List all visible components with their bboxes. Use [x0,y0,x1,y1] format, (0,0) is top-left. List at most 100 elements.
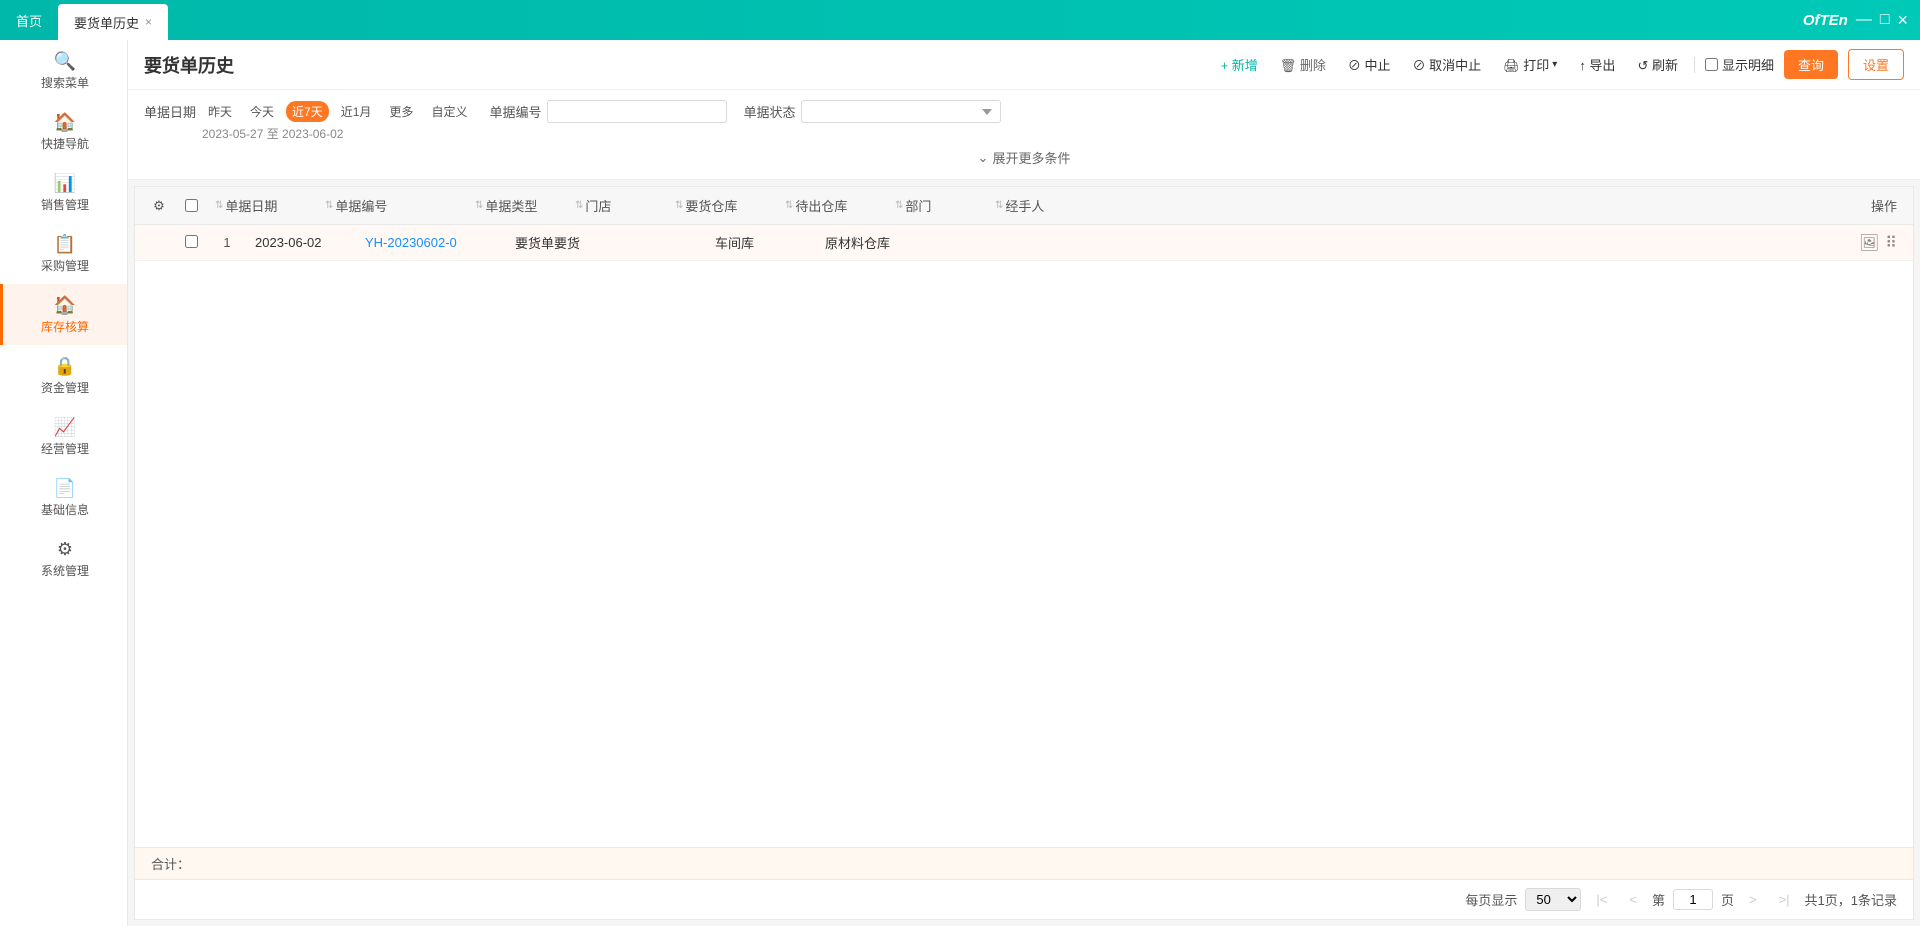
th-type-sort-icon: ⇅ [475,200,483,211]
th-dest-wh[interactable]: ⇅ 待出仓库 [777,196,887,215]
purchase-icon: 📋 [54,235,76,253]
row-no: 1 [207,235,247,250]
page-size-select[interactable]: 10 20 50 100 [1525,888,1581,911]
export-button[interactable]: ↑ 导出 [1573,51,1621,78]
top-bar-right: OfTEn — □ × [1791,10,1920,31]
row-date: 2023-06-02 [247,235,357,250]
stop-button[interactable]: ⊘ 中止 [1342,51,1397,78]
tab-home[interactable]: 首页 [0,0,58,40]
row-ops: 🖼 ⠿ [1825,233,1905,253]
doc-link[interactable]: YH-20230602-0 [365,235,457,250]
th-dept-sort-icon: ⇅ [895,200,903,211]
footer-total: 合计： [135,847,1913,879]
date-btn-today[interactable]: 今天 [244,101,280,122]
sidebar-item-search[interactable]: 🔍 搜索菜单 [0,40,127,101]
date-btn-yesterday[interactable]: 昨天 [202,101,238,122]
page-suffix: 页 [1721,890,1734,909]
tab-order-history[interactable]: 要货单历史 × [58,4,168,44]
page-label: 第 [1652,890,1665,909]
th-type[interactable]: ⇅ 单据类型 [467,196,567,215]
operations-icon: 📈 [54,418,76,436]
delete-button[interactable]: 🗑 删除 [1274,51,1332,78]
refresh-button[interactable]: ↺ 刷新 [1631,51,1684,78]
show-detail-toggle[interactable]: 显示明细 [1705,55,1774,74]
docno-input[interactable] [547,100,727,123]
print-button[interactable]: 🖨 打印 ▾ [1497,51,1563,78]
search-icon: 🔍 [54,52,76,70]
sidebar-item-purchase[interactable]: 📋 采购管理 [0,223,127,284]
top-bar: 首页 要货单历史 × OfTEn — □ × [0,0,1920,40]
docno-filter: 单据编号 [489,100,727,123]
minimize-button[interactable]: — [1856,11,1872,29]
table-body: 1 2023-06-02 YH-20230602-0 要货单要货 车间库 原材料… [135,225,1913,847]
row-more-icon[interactable]: ⠿ [1885,233,1897,253]
expand-more-button[interactable]: ⌄ 展开更多条件 [144,142,1904,169]
date-shortcuts: 昨天 今天 近7天 近1月 更多 自定义 [202,101,473,122]
new-button[interactable]: + 新增 [1215,51,1264,78]
sidebar-item-operations[interactable]: 📈 经营管理 [0,406,127,467]
row-dest-wh: 原材料仓库 [817,233,927,252]
th-date[interactable]: ⇅ 单据日期 [207,196,317,215]
print-label: 🖨 打印 [1503,55,1549,74]
close-button[interactable]: × [1897,10,1908,31]
sidebar-item-quicknav[interactable]: 🏠 快捷导航 [0,101,127,162]
sidebar-item-inventory[interactable]: 🏠 库存核算 [0,284,127,345]
th-dest-wh-sort-icon: ⇅ [785,200,793,211]
main-layout: 🔍 搜索菜单 🏠 快捷导航 📊 销售管理 📋 采购管理 🏠 库存核算 🔒 资金管… [0,40,1920,926]
date-btn-1month[interactable]: 近1月 [335,101,378,122]
settings-button[interactable]: 设置 [1848,49,1904,80]
status-select[interactable] [801,100,1001,123]
first-page-button[interactable]: |< [1589,889,1614,910]
show-detail-label: 显示明细 [1722,55,1774,74]
home-icon: 🏠 [54,113,76,131]
select-all-checkbox[interactable] [185,199,198,212]
prev-page-button[interactable]: < [1622,889,1644,910]
th-store-sort-icon: ⇅ [575,200,583,211]
filter-row-1: 单据日期 昨天 今天 近7天 近1月 更多 自定义 单据编号 [144,100,1904,123]
docno-filter-label: 单据编号 [489,102,541,121]
th-handler-sort-icon: ⇅ [995,200,1003,211]
row-checkbox[interactable] [175,235,207,251]
sidebar-item-sales[interactable]: 📊 销售管理 [0,162,127,223]
date-btn-7days[interactable]: 近7天 [286,101,329,122]
next-page-button[interactable]: > [1742,889,1764,910]
row-wh: 车间库 [707,233,817,252]
system-icon: ⚙ [57,540,73,558]
query-button[interactable]: 查询 [1784,50,1838,79]
content-area: 要货单历史 + 新增 🗑 删除 ⊘ 中止 ⊘ 取消中止 🖨 打印 ▾ ↑ 导出 … [128,40,1920,926]
sidebar-item-finance[interactable]: 🔒 资金管理 [0,345,127,406]
maximize-button[interactable]: □ [1880,11,1890,29]
date-btn-custom[interactable]: 自定义 [425,101,473,122]
pagination-bar: 每页显示 10 20 50 100 |< < 第 页 > >| 共1页，1条记录 [135,879,1913,919]
table-area: ⚙ ⇅ 单据日期 ⇅ 单据编号 ⇅ 单据类型 ⇅ 门店 [134,186,1914,920]
sidebar-item-basic[interactable]: 📄 基础信息 [0,467,127,528]
table-row: 1 2023-06-02 YH-20230602-0 要货单要货 车间库 原材料… [135,225,1913,261]
expand-down-icon: ⌄ [978,150,989,166]
tab-close-icon[interactable]: × [145,15,152,29]
th-store[interactable]: ⇅ 门店 [567,196,667,215]
row-type: 要货单要货 [507,233,607,252]
print-dropdown-icon[interactable]: ▾ [1552,59,1557,70]
th-settings[interactable]: ⚙ [143,198,175,214]
tab-list: 首页 要货单历史 × [0,0,1791,40]
total-info: 共1页，1条记录 [1805,890,1897,909]
date-btn-more[interactable]: 更多 [383,101,419,122]
filter-area: 单据日期 昨天 今天 近7天 近1月 更多 自定义 单据编号 [128,90,1920,180]
toolbar: + 新增 🗑 删除 ⊘ 中止 ⊘ 取消中止 🖨 打印 ▾ ↑ 导出 ↺ 刷新 显… [1215,49,1904,80]
page-input[interactable] [1673,889,1713,910]
th-checkbox[interactable] [175,199,207,212]
th-docno-sort-icon: ⇅ [325,200,333,211]
table-header: ⚙ ⇅ 单据日期 ⇅ 单据编号 ⇅ 单据类型 ⇅ 门店 [135,187,1913,225]
th-dept[interactable]: ⇅ 部门 [887,196,987,215]
sales-icon: 📊 [54,174,76,192]
show-detail-checkbox[interactable] [1705,58,1718,71]
th-handler[interactable]: ⇅ 经手人 [987,196,1825,215]
row-edit-icon[interactable]: 🖼 [1859,233,1879,253]
cancel-stop-button[interactable]: ⊘ 取消中止 [1407,51,1488,78]
th-docno[interactable]: ⇅ 单据编号 [317,196,467,215]
row-docno[interactable]: YH-20230602-0 [357,235,507,250]
sidebar-item-system[interactable]: ⚙ 系统管理 [0,528,127,589]
th-wh-sort-icon: ⇅ [675,200,683,211]
last-page-button[interactable]: >| [1772,889,1797,910]
th-wh[interactable]: ⇅ 要货仓库 [667,196,777,215]
